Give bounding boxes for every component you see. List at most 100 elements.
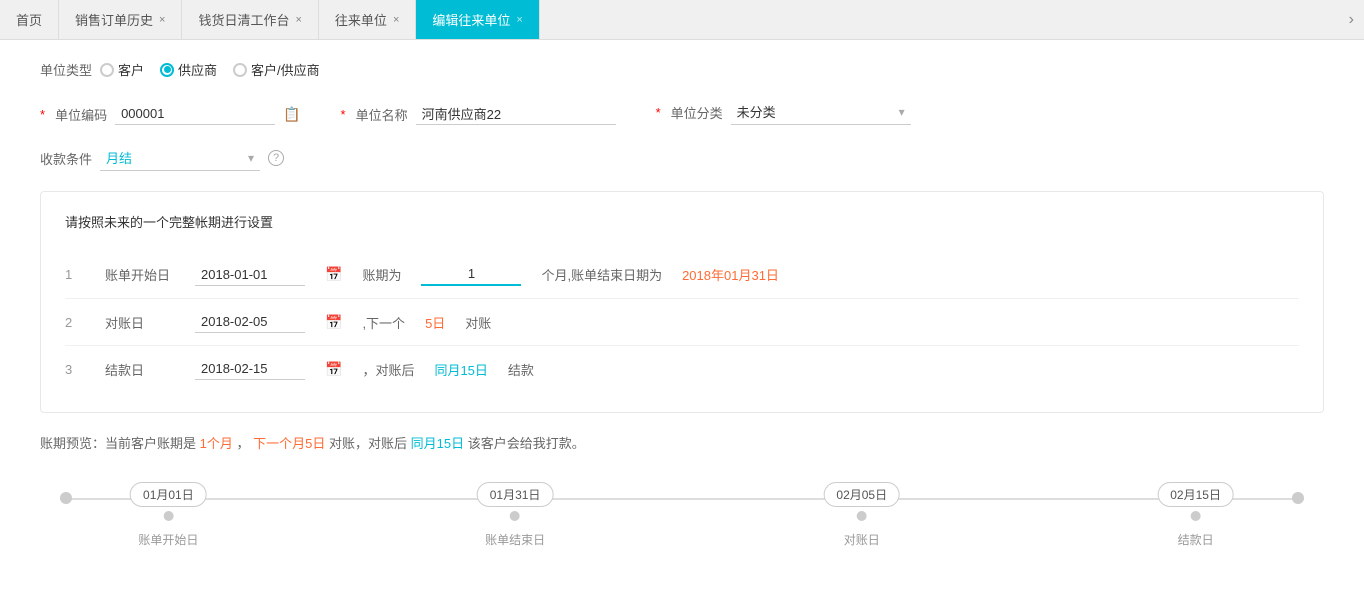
tl-endpoint-left bbox=[60, 492, 72, 504]
tab-cash-workbench[interactable]: 钱货日清工作台 × bbox=[182, 0, 318, 39]
tl-dot-3 bbox=[857, 511, 867, 521]
main-content: 单位类型 客户 供应商 客户/供应商 * 单位编码 bbox=[0, 40, 1364, 608]
row-1-highlight: 2018年01月31日 bbox=[682, 265, 779, 284]
setting-row-3: 3 结款日 📅 ，对账后 同月15日 结款 bbox=[65, 346, 1299, 392]
tl-node-1: 01月01日 账单开始日 bbox=[130, 482, 207, 548]
preview-suffix: 该客户会给我打款。 bbox=[468, 436, 585, 451]
radio-supplier-label: 供应商 bbox=[178, 60, 217, 79]
radio-group: 客户 供应商 客户/供应商 bbox=[100, 60, 320, 79]
row-num-3: 3 bbox=[65, 362, 85, 377]
help-icon[interactable]: ? bbox=[268, 150, 284, 166]
setting-row-1: 1 账单开始日 📅 账期为 个月,账单结束日期为 2018年01月31日 bbox=[65, 251, 1299, 299]
unit-code-icon[interactable]: 📋 bbox=[283, 106, 300, 123]
preview-part2: 下一个月5日 bbox=[253, 436, 325, 451]
row-label-2: 对账日 bbox=[105, 313, 175, 332]
preview-section: 账期预览：当前客户账期是 1个月 ， 下一个月5日 对账，对账后 同月15日 该… bbox=[40, 433, 1324, 452]
unit-category-value: 未分类 bbox=[737, 102, 891, 121]
unit-category-field: * 单位分类 未分类 ▾ bbox=[656, 99, 911, 125]
unit-code-field: * 单位编码 📋 bbox=[40, 103, 301, 125]
preview-part3: 同月15日 bbox=[411, 436, 464, 451]
preview-part1: 1个月 bbox=[200, 436, 233, 451]
tl-badge-1: 01月01日 bbox=[130, 482, 207, 507]
tab-sales-order-history-close[interactable]: × bbox=[159, 14, 165, 26]
tab-cash-workbench-label: 钱货日清工作台 bbox=[198, 10, 289, 29]
unit-category-required: * bbox=[656, 105, 661, 120]
row-num-1: 1 bbox=[65, 267, 85, 282]
tab-edit-partner-label: 编辑往来单位 bbox=[432, 10, 510, 29]
tab-home[interactable]: 首页 bbox=[0, 0, 59, 39]
tab-edit-partner[interactable]: 编辑往来单位 × bbox=[416, 0, 539, 39]
tab-partner-unit-label: 往来单位 bbox=[335, 10, 387, 29]
tl-sublabel-2: 账单结束日 bbox=[485, 531, 545, 548]
period-input[interactable] bbox=[421, 263, 521, 286]
unit-type-field: 单位类型 客户 供应商 客户/供应商 bbox=[40, 60, 320, 79]
tab-partner-unit[interactable]: 往来单位 × bbox=[319, 0, 416, 39]
radio-customer-label: 客户 bbox=[118, 60, 144, 79]
tl-node-4: 02月15日 结款日 bbox=[1157, 482, 1234, 548]
tl-badge-2: 01月31日 bbox=[477, 482, 554, 507]
radio-supplier-circle bbox=[160, 63, 174, 77]
row-num-2: 2 bbox=[65, 315, 85, 330]
payment-label: 收款条件 bbox=[40, 149, 92, 168]
tl-badge-2-text: 01月31日 bbox=[490, 488, 541, 502]
tl-badge-4: 02月15日 bbox=[1157, 482, 1234, 507]
row-2-desc-prefix: ,下一个 bbox=[362, 313, 405, 332]
preview-label: 账期预览：当前客户账期是 bbox=[40, 436, 196, 451]
tl-badge-3: 02月05日 bbox=[823, 482, 900, 507]
tab-sales-order-history[interactable]: 销售订单历史 × bbox=[59, 0, 182, 39]
unit-name-field: * 单位名称 bbox=[341, 103, 616, 125]
radio-supplier[interactable]: 供应商 bbox=[160, 60, 217, 79]
row-3-highlight: 同月15日 bbox=[434, 360, 487, 379]
card-title: 请按照未来的一个完整帐期进行设置 bbox=[65, 212, 1299, 231]
setting-row-2: 2 对账日 📅 ,下一个 5日 对账 bbox=[65, 299, 1299, 346]
payment-date-input[interactable] bbox=[195, 358, 305, 380]
tab-cash-workbench-close[interactable]: × bbox=[295, 14, 301, 26]
payment-select[interactable]: 月结 ▾ bbox=[100, 145, 260, 171]
radio-both-circle bbox=[233, 63, 247, 77]
tl-sublabel-4: 结款日 bbox=[1178, 531, 1214, 548]
unit-category-select[interactable]: 未分类 ▾ bbox=[731, 99, 911, 125]
tab-bar: 首页 销售订单历史 × 钱货日清工作台 × 往来单位 × 编辑往来单位 × › bbox=[0, 0, 1364, 40]
radio-customer-circle bbox=[100, 63, 114, 77]
tl-badge-4-text: 02月15日 bbox=[1170, 488, 1221, 502]
info-row: * 单位编码 📋 * 单位名称 * 单位分类 未分类 ▾ bbox=[40, 99, 1324, 125]
preview-sep2: 对账，对账后 bbox=[329, 436, 407, 451]
tl-badge-1-text: 01月01日 bbox=[143, 488, 194, 502]
payment-date-cal-icon[interactable]: 📅 bbox=[325, 361, 342, 378]
start-date-cal-icon[interactable]: 📅 bbox=[325, 266, 342, 283]
preview-sep1: ， bbox=[237, 436, 250, 451]
payment-value: 月结 bbox=[106, 148, 240, 167]
row-label-3: 结款日 bbox=[105, 360, 175, 379]
row-1-desc-suffix: 个月,账单结束日期为 bbox=[541, 265, 662, 284]
unit-name-input[interactable] bbox=[416, 103, 616, 125]
tl-sublabel-3: 对账日 bbox=[844, 531, 880, 548]
payment-field: 收款条件 月结 ▾ ? bbox=[40, 145, 284, 171]
radio-both[interactable]: 客户/供应商 bbox=[233, 60, 320, 79]
tl-node-3: 02月05日 对账日 bbox=[823, 482, 900, 548]
payment-chevron: ▾ bbox=[248, 151, 254, 165]
tab-more-button[interactable]: › bbox=[1339, 0, 1364, 39]
timeline-line bbox=[60, 498, 1304, 500]
row-label-1: 账单开始日 bbox=[105, 265, 175, 284]
row-2-desc-suffix: 对账 bbox=[465, 313, 491, 332]
unit-category-label: 单位分类 bbox=[671, 103, 723, 122]
tab-edit-partner-close[interactable]: × bbox=[516, 14, 522, 26]
tl-badge-3-text: 02月05日 bbox=[836, 488, 887, 502]
unit-name-label: 单位名称 bbox=[356, 105, 408, 124]
unit-code-input[interactable] bbox=[115, 103, 275, 125]
row-1-desc-prefix: 账期为 bbox=[362, 265, 401, 284]
tl-endpoint-right bbox=[1292, 492, 1304, 504]
timeline-wrapper: 01月01日 账单开始日 01月31日 账单结束日 02月05日 对账日 02月… bbox=[40, 482, 1324, 552]
radio-customer[interactable]: 客户 bbox=[100, 60, 144, 79]
tab-partner-unit-close[interactable]: × bbox=[393, 14, 399, 26]
radio-both-label: 客户/供应商 bbox=[251, 60, 320, 79]
unit-code-required: * bbox=[40, 107, 45, 122]
unit-category-chevron: ▾ bbox=[899, 105, 905, 119]
reconcile-date-input[interactable] bbox=[195, 311, 305, 333]
reconcile-date-cal-icon[interactable]: 📅 bbox=[325, 314, 342, 331]
tab-home-label: 首页 bbox=[16, 10, 42, 29]
start-date-input[interactable] bbox=[195, 264, 305, 286]
row-3-desc-prefix: ，对账后 bbox=[362, 360, 414, 379]
unit-name-required: * bbox=[341, 107, 346, 122]
tl-node-2: 01月31日 账单结束日 bbox=[477, 482, 554, 548]
